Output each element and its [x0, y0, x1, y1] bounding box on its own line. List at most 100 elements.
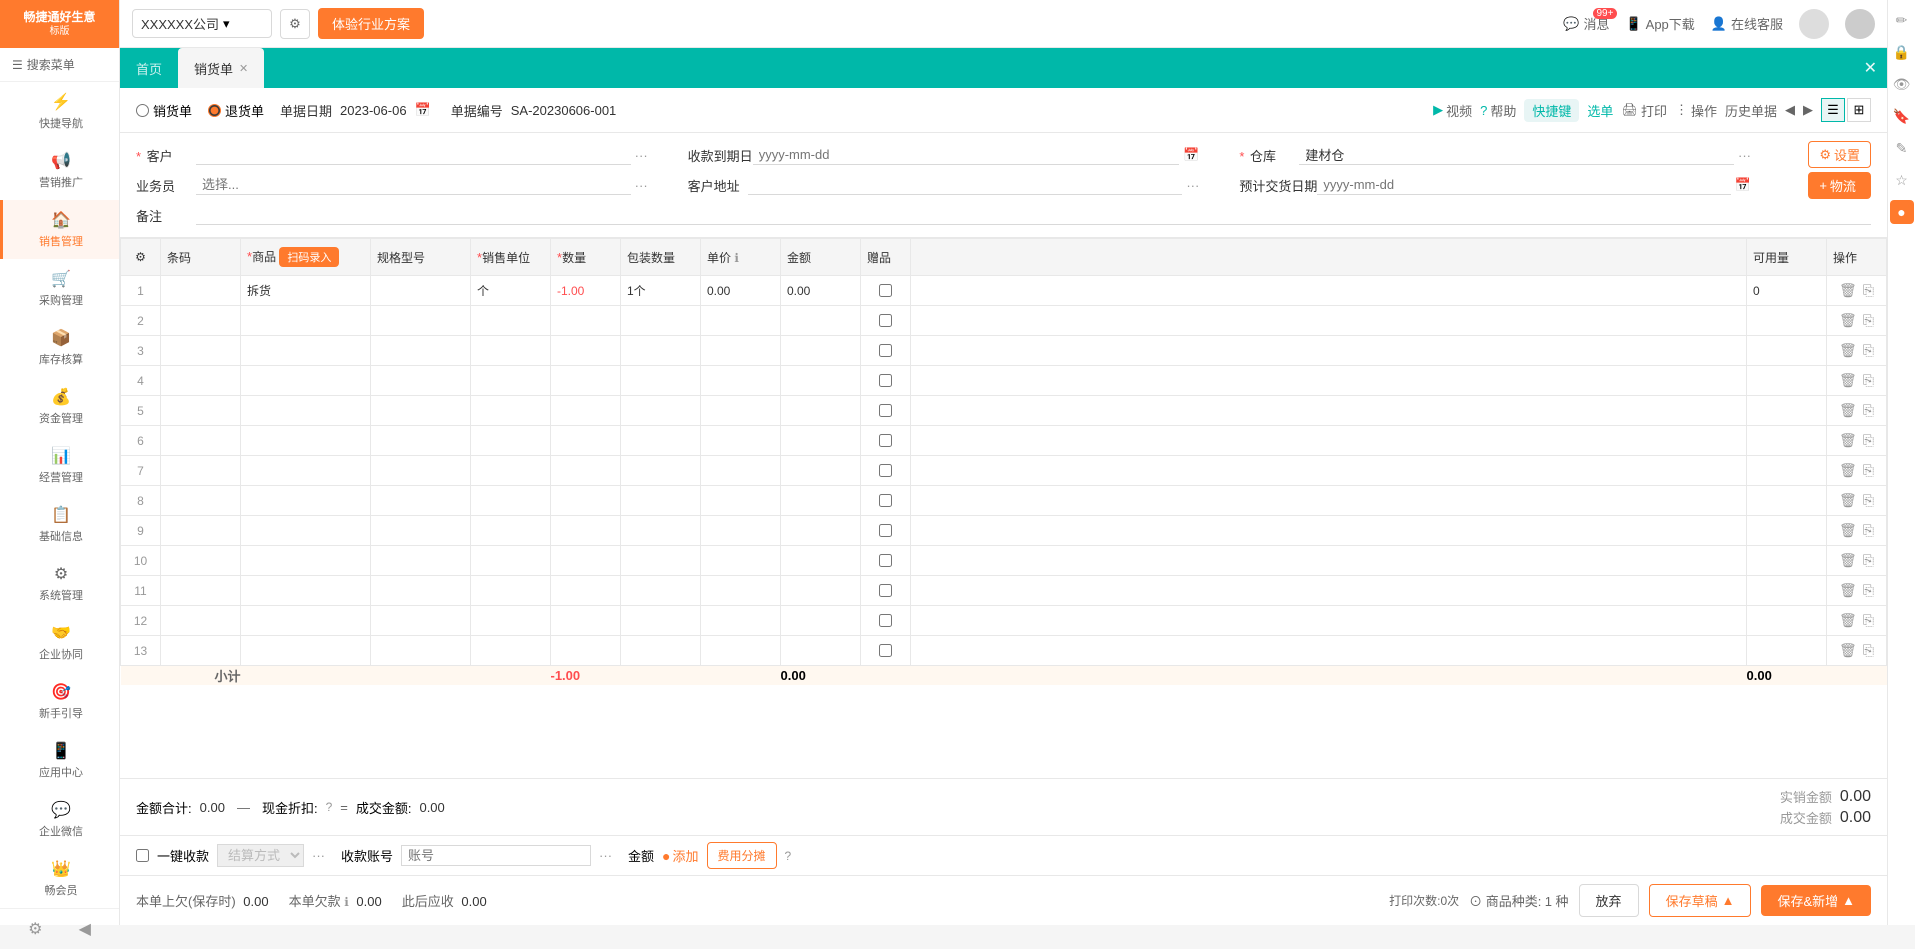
- layout-list-btn[interactable]: ☰: [1821, 98, 1845, 122]
- delete-row-icon[interactable]: 🗑: [1839, 372, 1857, 389]
- setup-btn[interactable]: ⚙ 设置: [1808, 141, 1871, 168]
- calendar-icon[interactable]: 📅: [415, 102, 431, 118]
- customer-dots[interactable]: ···: [635, 148, 648, 163]
- row-spec[interactable]: [371, 546, 471, 576]
- copy-row-icon[interactable]: ⎘: [1863, 642, 1874, 659]
- row-price[interactable]: [701, 366, 781, 396]
- row-pack-qty[interactable]: [621, 546, 701, 576]
- abandon-btn[interactable]: 放弃: [1579, 884, 1639, 917]
- sidebar-item-finance[interactable]: 💰 资金管理: [0, 377, 119, 436]
- radio-return-order[interactable]: 退货单: [208, 101, 264, 120]
- row-amount[interactable]: [781, 486, 861, 516]
- row-barcode[interactable]: [161, 306, 241, 336]
- gift-checkbox[interactable]: [879, 434, 892, 447]
- row-price[interactable]: [701, 336, 781, 366]
- row-spec[interactable]: [371, 456, 471, 486]
- row-qty[interactable]: [551, 606, 621, 636]
- row-product[interactable]: [241, 486, 371, 516]
- collapse-icon[interactable]: ◀: [79, 919, 91, 939]
- row-amount[interactable]: [781, 516, 861, 546]
- salesperson-input[interactable]: [196, 175, 631, 195]
- row-spec[interactable]: [371, 366, 471, 396]
- row-product[interactable]: [241, 636, 371, 666]
- right-eye-icon[interactable]: 👁: [1890, 72, 1914, 96]
- sidebar-item-system[interactable]: ⚙ 系统管理: [0, 554, 119, 613]
- row-price[interactable]: [701, 516, 781, 546]
- nav-next-icon[interactable]: ▶: [1803, 102, 1813, 118]
- delete-row-icon[interactable]: 🗑: [1839, 582, 1857, 599]
- row-pack-qty[interactable]: [621, 486, 701, 516]
- sidebar-item-inventory[interactable]: 📦 库存核算: [0, 318, 119, 377]
- row-spec[interactable]: [371, 426, 471, 456]
- right-star-icon[interactable]: ☆: [1890, 168, 1914, 192]
- tab-sales-order[interactable]: 销货单 ✕: [178, 48, 264, 88]
- logistics-btn[interactable]: + 物流: [1808, 172, 1871, 199]
- row-pack-qty[interactable]: [621, 606, 701, 636]
- sidebar-item-quick-nav[interactable]: ⚡ 快捷导航: [0, 82, 119, 141]
- row-price[interactable]: [701, 576, 781, 606]
- row-unit[interactable]: [471, 426, 551, 456]
- tab-close-all-icon[interactable]: ✕: [1864, 58, 1877, 78]
- row-barcode[interactable]: [161, 366, 241, 396]
- row-product[interactable]: [241, 576, 371, 606]
- online-service-btn[interactable]: 👤 在线客服: [1711, 14, 1783, 33]
- cash-discount-info-icon[interactable]: ?: [326, 800, 333, 814]
- row-price[interactable]: [701, 606, 781, 636]
- gift-checkbox[interactable]: [879, 524, 892, 537]
- scan-barcode-btn[interactable]: 扫码录入: [279, 247, 339, 267]
- row-barcode[interactable]: [161, 426, 241, 456]
- row-product[interactable]: [241, 456, 371, 486]
- bank-account-input[interactable]: [401, 845, 591, 866]
- gift-checkbox[interactable]: [879, 374, 892, 387]
- row-price[interactable]: [701, 426, 781, 456]
- row-barcode[interactable]: [161, 486, 241, 516]
- settlement-method-select[interactable]: 结算方式: [217, 844, 304, 867]
- row-qty[interactable]: [551, 306, 621, 336]
- gift-checkbox[interactable]: [879, 314, 892, 327]
- row-amount[interactable]: [781, 576, 861, 606]
- row-barcode[interactable]: [161, 636, 241, 666]
- row-barcode[interactable]: [161, 336, 241, 366]
- expense-info-icon[interactable]: ?: [785, 849, 792, 863]
- row-qty[interactable]: [551, 546, 621, 576]
- row-qty[interactable]: [551, 396, 621, 426]
- row-qty[interactable]: [551, 366, 621, 396]
- row-pack-qty[interactable]: [621, 396, 701, 426]
- delete-row-icon[interactable]: 🗑: [1839, 462, 1857, 479]
- row-price[interactable]: [701, 636, 781, 666]
- table-wrapper[interactable]: ⚙ 条码 *商品 扫码录入 规格型号 *销售单位 *数量 包装数量 单价 ℹ 金: [120, 238, 1887, 778]
- delete-row-icon[interactable]: 🗑: [1839, 642, 1857, 659]
- select-btn[interactable]: 选单: [1587, 101, 1613, 120]
- row-product[interactable]: [241, 306, 371, 336]
- gift-checkbox[interactable]: [879, 404, 892, 417]
- row-unit[interactable]: 个: [471, 276, 551, 306]
- history-btn[interactable]: 历史单据: [1725, 101, 1777, 120]
- right-edit-icon[interactable]: ✏: [1890, 8, 1914, 32]
- copy-row-icon[interactable]: ⎘: [1863, 462, 1874, 479]
- sidebar-item-guide[interactable]: 🎯 新手引导: [0, 672, 119, 731]
- gift-checkbox[interactable]: [879, 344, 892, 357]
- sidebar-item-base[interactable]: 📋 基础信息: [0, 495, 119, 554]
- row-price[interactable]: [701, 396, 781, 426]
- row-pack-qty[interactable]: [621, 336, 701, 366]
- row-unit[interactable]: [471, 486, 551, 516]
- delete-row-icon[interactable]: 🗑: [1839, 522, 1857, 539]
- add-payment-btn[interactable]: ● 添加: [662, 846, 698, 865]
- user-avatar[interactable]: [1799, 9, 1829, 39]
- copy-row-icon[interactable]: ⎘: [1863, 342, 1874, 359]
- row-amount[interactable]: [781, 336, 861, 366]
- row-unit[interactable]: [471, 576, 551, 606]
- row-price[interactable]: [701, 486, 781, 516]
- user-avatar2[interactable]: [1845, 9, 1875, 39]
- customer-address-dots[interactable]: ···: [1186, 178, 1199, 193]
- bank-dots[interactable]: ···: [599, 848, 612, 863]
- sidebar-item-sales[interactable]: 🏠 销售管理: [0, 200, 119, 259]
- row-pack-qty[interactable]: [621, 366, 701, 396]
- delete-row-icon[interactable]: 🗑: [1839, 342, 1857, 359]
- row-barcode[interactable]: [161, 396, 241, 426]
- settlement-dots[interactable]: ···: [312, 848, 325, 863]
- row-spec[interactable]: [371, 396, 471, 426]
- one-click-payment-checkbox[interactable]: [136, 849, 149, 862]
- payment-due-calendar-icon[interactable]: 📅: [1183, 147, 1199, 163]
- row-barcode[interactable]: [161, 276, 241, 306]
